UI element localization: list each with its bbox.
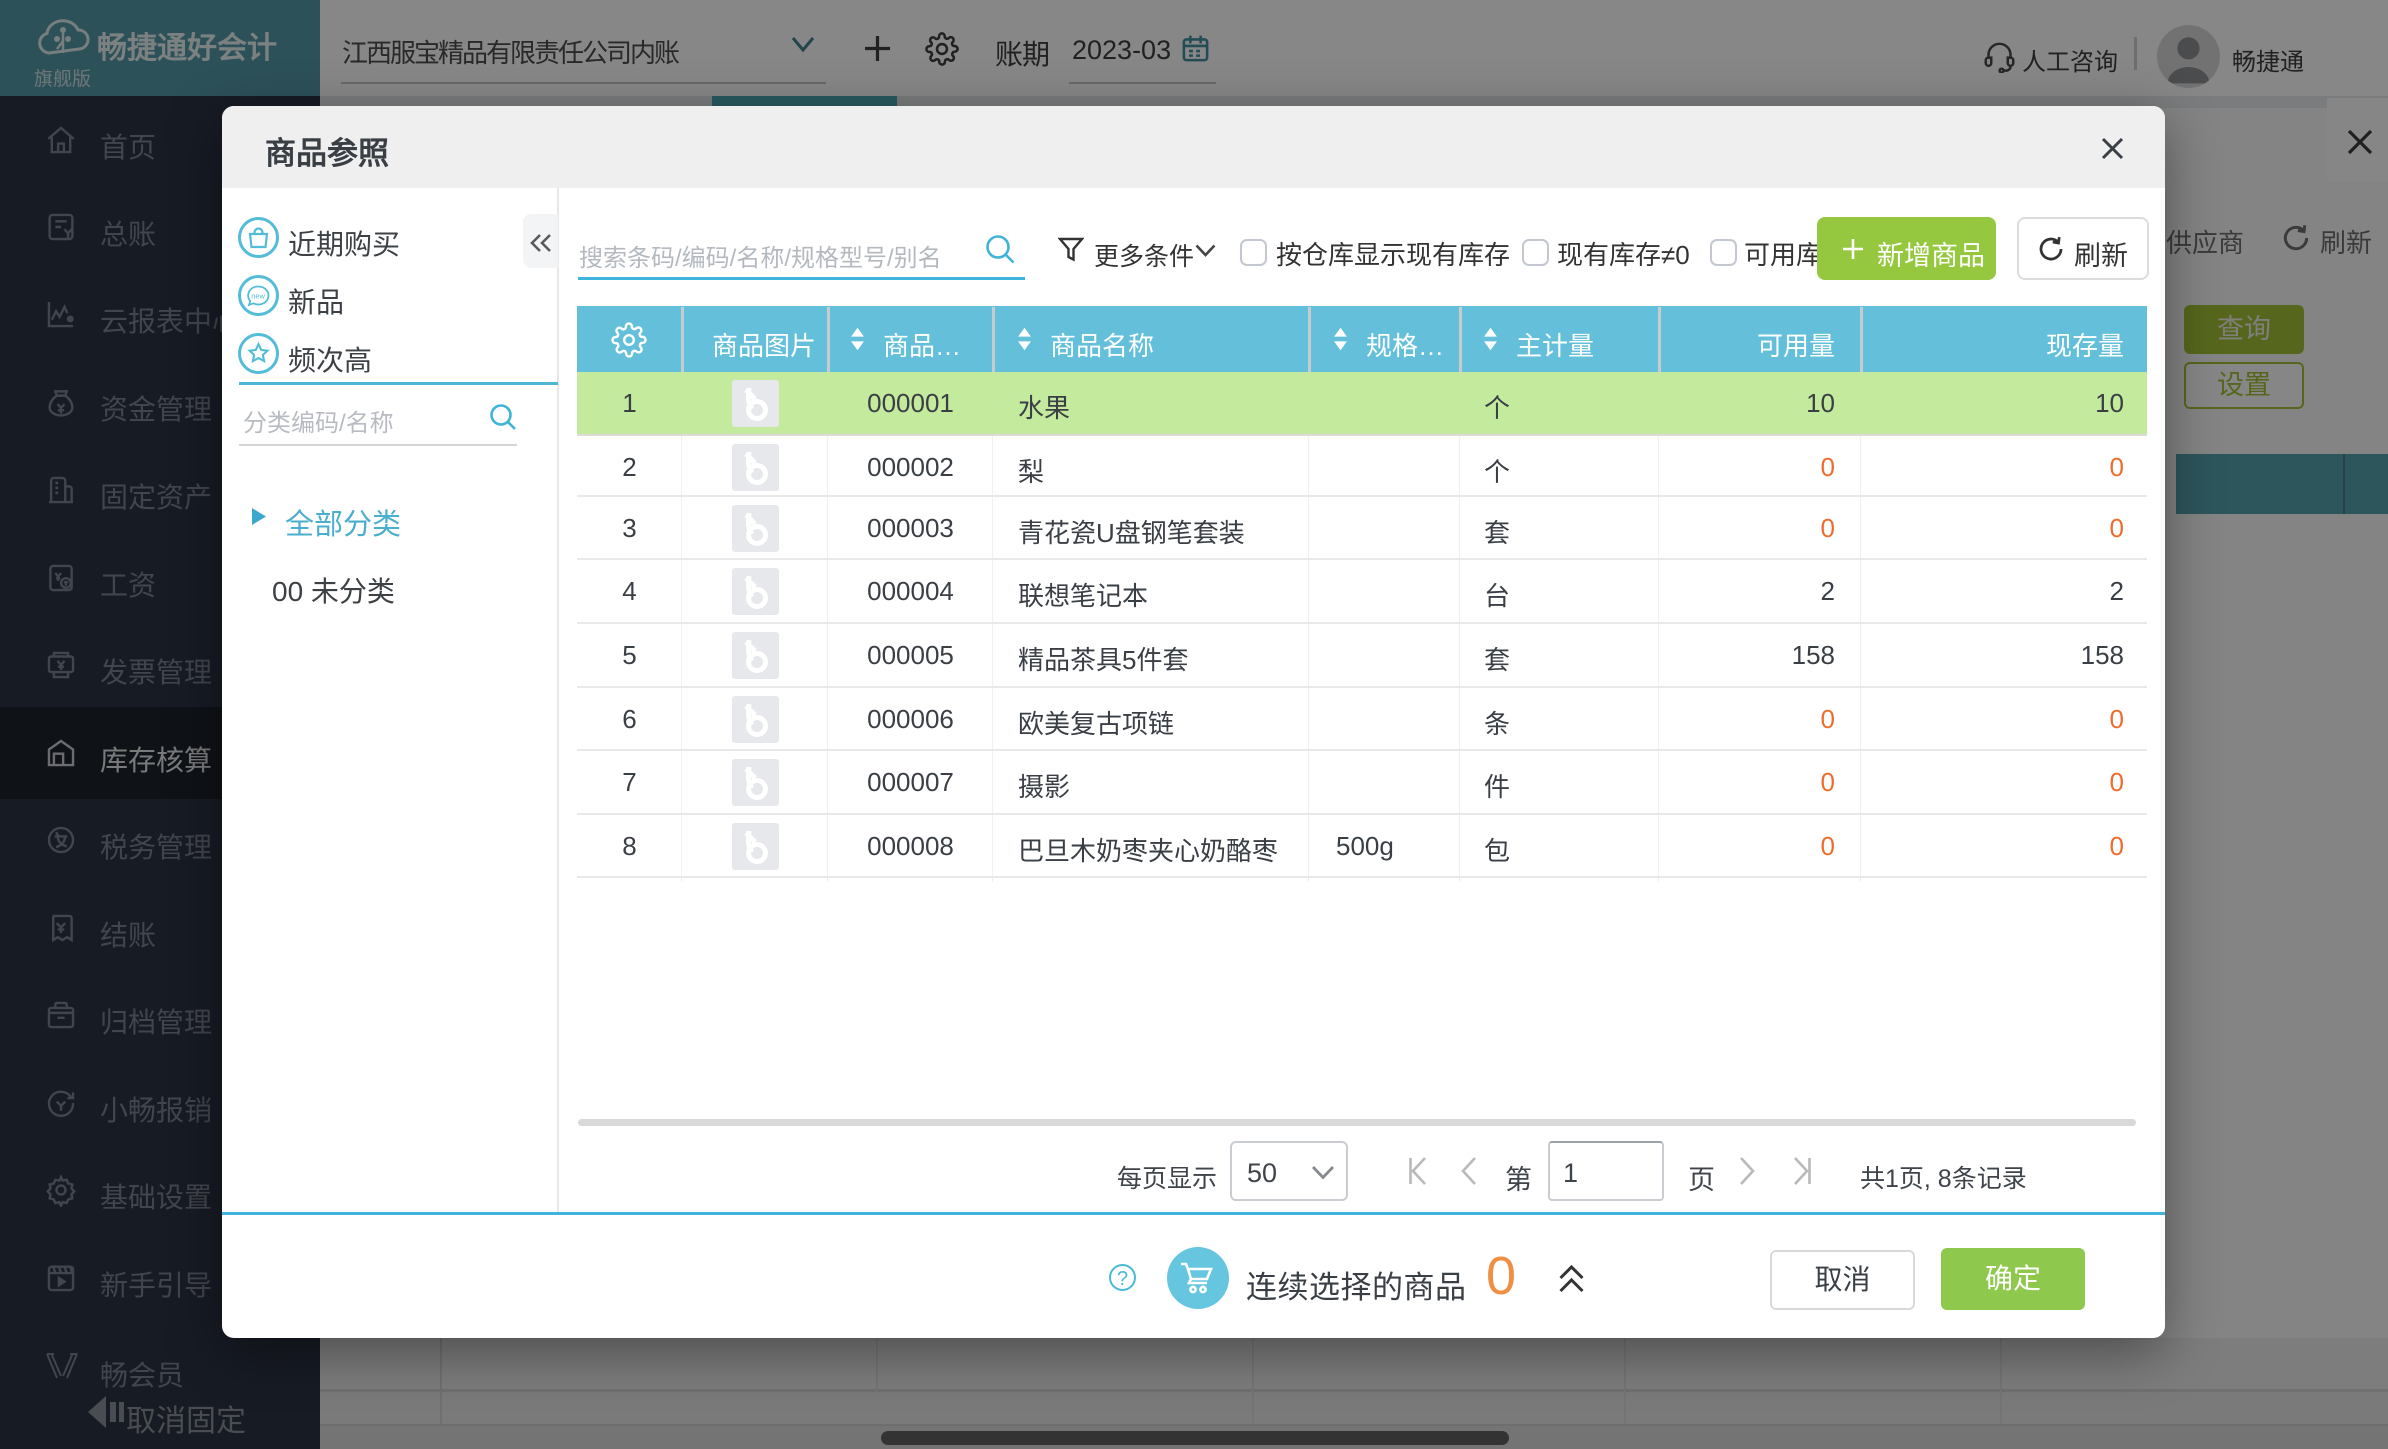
- svg-text:new: new: [251, 292, 265, 301]
